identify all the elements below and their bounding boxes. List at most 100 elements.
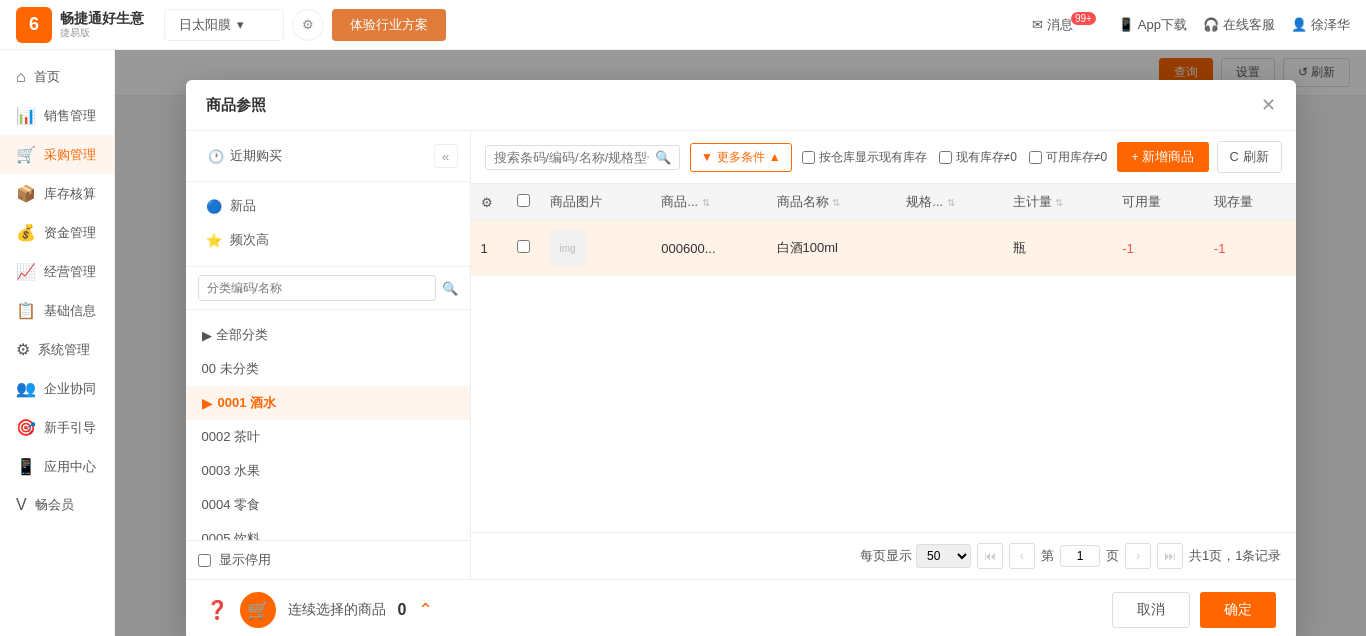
sidebar-item-apps[interactable]: 📱 应用中心 (0, 447, 114, 486)
th-unit[interactable]: 主计量 ⇅ (1003, 184, 1113, 221)
finance-icon: 💰 (16, 223, 36, 242)
service-nav-item[interactable]: 🎧 在线客服 (1203, 16, 1275, 34)
collapse-left-button[interactable]: « (434, 144, 458, 168)
th-settings[interactable]: ⚙ (471, 184, 507, 221)
category-search-bar: 🔍 (186, 267, 470, 310)
app-download-nav-item[interactable]: 📱 App下载 (1118, 16, 1187, 34)
th-name[interactable]: 商品名称 ⇅ (767, 184, 897, 221)
sidebar-item-inventory[interactable]: 📦 库存核算 (0, 174, 114, 213)
category-uncategorized[interactable]: 00 未分类 (186, 352, 470, 386)
user-nav-item[interactable]: 👤 徐泽华 (1291, 16, 1350, 34)
modal-body: 🕐 近期购买 « 🔵 新品 ⭐ 频次 (186, 131, 1296, 579)
category-tea[interactable]: 0002 茶叶 (186, 420, 470, 454)
category-drink[interactable]: 0005 饮料 (186, 522, 470, 540)
checkbox-available-label[interactable]: 可用库存≠0 (1029, 149, 1107, 166)
category-label: 0002 茶叶 (202, 428, 261, 446)
sidebar-item-sales[interactable]: 📊 销售管理 (0, 96, 114, 135)
row-index: 1 (471, 221, 507, 276)
category-label: 0003 水果 (202, 462, 261, 480)
nav-selector[interactable]: 日太阳膜 ▾ (164, 9, 284, 41)
page-input[interactable] (1060, 545, 1100, 567)
checkbox-stock-label[interactable]: 现有库存≠0 (939, 149, 1017, 166)
logo-text: 畅捷通好生意 捷易版 (60, 10, 144, 39)
sidebar-item-purchase[interactable]: 🛒 采购管理 (0, 135, 114, 174)
category-label: 0004 零食 (202, 496, 261, 514)
cart-icon[interactable]: 🛒 (240, 592, 276, 628)
search-icon[interactable]: 🔍 (442, 281, 458, 296)
service-label: 在线客服 (1223, 16, 1275, 34)
help-icon[interactable]: ❓ (206, 599, 228, 621)
quick-tab-new[interactable]: 🔵 新品 (198, 190, 458, 222)
footer-right: 取消 确定 (1112, 592, 1276, 628)
refresh-button[interactable]: C 刷新 (1217, 141, 1282, 173)
category-all[interactable]: ▶ 全部分类 (186, 318, 470, 352)
headset-icon: 🎧 (1203, 17, 1219, 32)
show-disabled-checkbox[interactable] (198, 554, 211, 567)
sidebar-item-members[interactable]: V 畅会员 (0, 486, 114, 524)
new-icon: 🔵 (206, 199, 222, 214)
show-disabled-label[interactable]: 显示停用 (219, 551, 271, 569)
sidebar-item-operations[interactable]: 📈 经营管理 (0, 252, 114, 291)
sidebar-item-guide[interactable]: 🎯 新手引导 (0, 408, 114, 447)
category-fruit[interactable]: 0003 水果 (186, 454, 470, 488)
checkbox-warehouse-label[interactable]: 按仓库显示现有库存 (802, 149, 927, 166)
category-alcohol[interactable]: ▶ 0001 酒水 (186, 386, 470, 420)
row-select-checkbox[interactable] (517, 240, 530, 253)
trial-button[interactable]: 体验行业方案 (332, 9, 446, 41)
sidebar-item-system[interactable]: ⚙ 系统管理 (0, 330, 114, 369)
row-code: 000600... (651, 221, 766, 276)
last-page-button[interactable]: ⏭ (1157, 543, 1183, 569)
product-search-input[interactable] (494, 150, 649, 165)
confirm-button[interactable]: 确定 (1200, 592, 1276, 628)
home-icon: ⌂ (16, 68, 26, 86)
app-download-label: App下载 (1138, 16, 1187, 34)
sidebar-item-finance[interactable]: 💰 资金管理 (0, 213, 114, 252)
category-snack[interactable]: 0004 零食 (186, 488, 470, 522)
messages-nav-item[interactable]: ✉ 消息 99+ (1032, 16, 1102, 34)
settings-icon[interactable]: ⚙ (292, 9, 324, 41)
quick-tab-frequent[interactable]: ⭐ 频次高 (198, 224, 458, 256)
active-tri-icon: ▶ (202, 396, 212, 411)
modal-right-toolbar: 🔍 ▼ 更多条件 ▲ 按仓库显示现有库存 (471, 131, 1296, 184)
sidebar-item-label: 采购管理 (44, 146, 96, 164)
next-page-button[interactable]: › (1125, 543, 1151, 569)
modal-close-button[interactable]: ✕ (1261, 94, 1276, 116)
gear-icon[interactable]: ⚙ (481, 195, 493, 210)
top-nav: 6 畅捷通好生意 捷易版 日太阳膜 ▾ ⚙ 体验行业方案 ✉ 消息 99+ 📱 … (0, 0, 1366, 50)
cancel-button[interactable]: 取消 (1112, 592, 1190, 628)
quick-tab-label: 频次高 (230, 231, 269, 249)
filter-label: 更多条件 (717, 149, 765, 166)
search-icon[interactable]: 🔍 (655, 150, 671, 165)
basics-icon: 📋 (16, 301, 36, 320)
checkbox-warehouse[interactable] (802, 151, 815, 164)
cooperation-icon: 👥 (16, 379, 36, 398)
sidebar-item-cooperation[interactable]: 👥 企业协同 (0, 369, 114, 408)
page-size-dropdown[interactable]: 10 20 50 100 (916, 544, 971, 568)
sidebar-item-label: 系统管理 (38, 341, 90, 359)
category-label: 0005 饮料 (202, 530, 261, 540)
row-checkbox[interactable] (507, 221, 540, 276)
category-search-input[interactable] (198, 275, 436, 301)
collapse-icon[interactable]: ⌃ (418, 599, 433, 621)
guide-icon: 🎯 (16, 418, 36, 437)
messages-label: 消息 (1047, 16, 1073, 34)
checkbox-available[interactable] (1029, 151, 1042, 164)
toolbar-right: + 新增商品 C 刷新 (1117, 141, 1281, 173)
row-name: 白酒100ml (767, 221, 897, 276)
sidebar-item-home[interactable]: ⌂ 首页 (0, 58, 114, 96)
first-page-button[interactable]: ⏮ (977, 543, 1003, 569)
page-size-select: 每页显示 10 20 50 100 (860, 544, 971, 568)
system-icon: ⚙ (16, 340, 30, 359)
select-all-checkbox[interactable] (517, 194, 530, 207)
row-unit: 瓶 (1003, 221, 1113, 276)
th-checkbox[interactable] (507, 184, 540, 221)
sidebar-item-basics[interactable]: 📋 基础信息 (0, 291, 114, 330)
quick-recent-button[interactable]: 🕐 近期购买 (198, 141, 292, 171)
add-product-button[interactable]: + 新增商品 (1117, 142, 1208, 172)
filter-button[interactable]: ▼ 更多条件 ▲ (690, 143, 792, 172)
th-code[interactable]: 商品... ⇅ (651, 184, 766, 221)
table-row[interactable]: 1 img 000600... 白酒100ml (471, 221, 1296, 276)
checkbox-stock[interactable] (939, 151, 952, 164)
prev-page-button[interactable]: ‹ (1009, 543, 1035, 569)
th-spec[interactable]: 规格... ⇅ (896, 184, 1002, 221)
